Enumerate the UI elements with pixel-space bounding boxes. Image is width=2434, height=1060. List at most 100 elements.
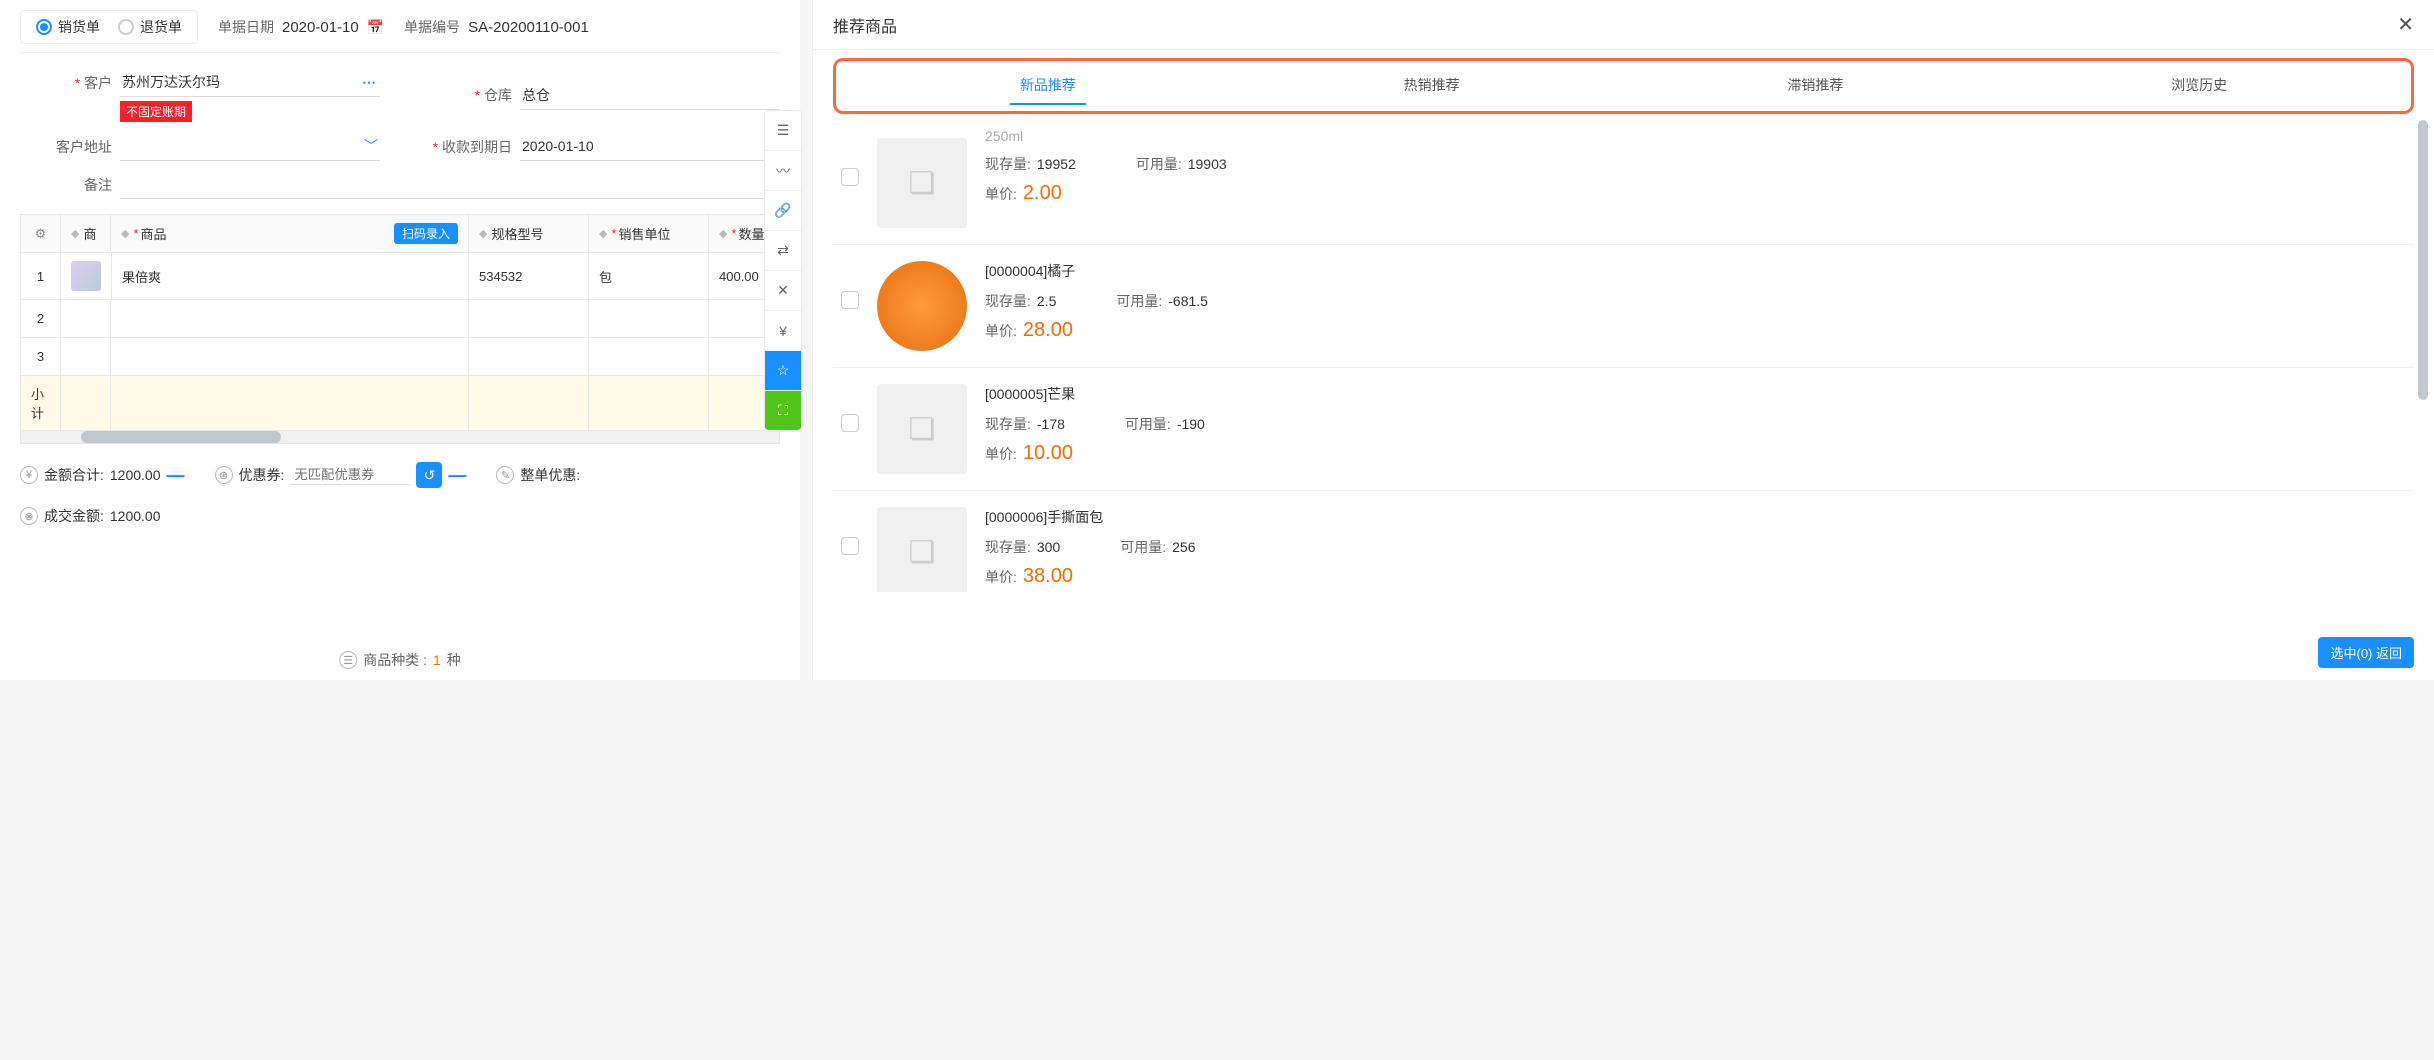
row-index: 1 (21, 253, 61, 299)
row-index: 2 (21, 300, 61, 337)
row-spec[interactable] (469, 338, 589, 375)
avail-stat: 可用量:-190 (1125, 414, 1205, 434)
chart-icon[interactable]: 〰 (765, 151, 801, 191)
th-product[interactable]: ◆*商品扫码录入 (111, 215, 469, 252)
horizontal-scrollbar[interactable] (21, 431, 779, 443)
th-unit[interactable]: ◆*销售单位 (589, 215, 709, 252)
amount-value: 1200.00 (110, 467, 161, 483)
row-product[interactable] (111, 338, 469, 375)
address-row: 客户地址 ﹀ (20, 132, 380, 161)
row-thumb (61, 300, 111, 337)
product-stats: 现存量:19952可用量:19903 (985, 154, 2406, 174)
row-product[interactable] (111, 300, 469, 337)
row-thumb (61, 338, 111, 375)
doc-date-value[interactable]: 2020-01-10 (282, 19, 359, 36)
due-input[interactable]: 2020-01-10 (520, 133, 780, 161)
warehouse-row: 仓库 总仓 (420, 68, 780, 122)
avail-stat: 可用量:256 (1120, 537, 1195, 557)
tab-hot[interactable]: 热销推荐 (1394, 67, 1470, 105)
doc-code-meta: 单据编号 SA-20200110-001 (404, 17, 589, 37)
doc-date-label: 单据日期 (218, 17, 274, 37)
th-qty-label: 数量 (739, 224, 765, 243)
currency-icon[interactable]: ¥ (765, 311, 801, 351)
star-icon[interactable]: ☆ (765, 351, 801, 391)
link-icon[interactable]: 🔗 (765, 191, 801, 231)
product-card[interactable]: [0000004]橘子现存量:2.5可用量:-681.5单价:28.00 (833, 245, 2414, 368)
product-info: [0000004]橘子现存量:2.5可用量:-681.5单价:28.00 (985, 261, 2406, 342)
table-row[interactable]: 3 (21, 338, 779, 376)
product-checkbox[interactable] (841, 168, 859, 186)
product-image: ❏ (877, 507, 967, 592)
th-spec[interactable]: ◆规格型号 (469, 215, 589, 252)
tab-history[interactable]: 浏览历史 (2161, 67, 2237, 105)
coupon-input[interactable] (290, 465, 410, 485)
check-icon[interactable]: ✕ (765, 271, 801, 311)
th-thumb[interactable]: ◆商 (61, 215, 111, 252)
product-checkbox[interactable] (841, 291, 859, 309)
remark-input[interactable] (120, 171, 780, 199)
product-card[interactable]: ❏[0000006]手撕面包现存量:300可用量:256单价:38.00 (833, 491, 2414, 592)
list-icon[interactable]: ☰ (765, 111, 801, 151)
table-row[interactable]: 1果倍爽534532包400.00 (21, 253, 779, 300)
kinds-value: 1 (433, 652, 441, 668)
scrollbar-thumb[interactable] (81, 431, 281, 443)
tab-new[interactable]: 新品推荐 (1010, 67, 1086, 105)
exchange-icon[interactable]: ⇄ (765, 231, 801, 271)
totals-row: ¥ 金额合计: 1200.00 — ⊛ 优惠券: ↺ — ✎ 整单优惠: ⊗ 成… (20, 462, 780, 526)
address-input[interactable]: ﹀ (120, 132, 380, 161)
product-checkbox[interactable] (841, 414, 859, 432)
product-list[interactable]: ❏250ml现存量:19952可用量:19903单价:2.00[0000004]… (813, 122, 2434, 592)
row-product[interactable]: 果倍爽 (112, 253, 469, 299)
chevron-down-icon[interactable]: ﹀ (364, 136, 378, 156)
scan-button[interactable]: 扫码录入 (394, 223, 458, 244)
warehouse-input[interactable]: 总仓 (520, 81, 780, 110)
row-unit[interactable]: 包 (589, 253, 709, 299)
radio-return[interactable]: 退货单 (118, 17, 182, 37)
amount-label: 金额合计: (44, 465, 104, 485)
row-unit[interactable] (589, 300, 709, 337)
price-row: 单价:2.00 (985, 182, 2406, 205)
product-checkbox[interactable] (841, 537, 859, 555)
row-spec[interactable]: 534532 (469, 253, 589, 299)
radio-sale-label: 销货单 (58, 17, 100, 37)
radio-dot-icon (118, 19, 134, 35)
product-card[interactable]: ❏250ml现存量:19952可用量:19903单价:2.00 (833, 122, 2414, 245)
customer-label: 客户 (20, 73, 120, 93)
product-price: 38.00 (1023, 565, 1073, 587)
product-info: [0000005]芒果现存量:-178可用量:-190单价:10.00 (985, 384, 2406, 465)
whole-discount: ✎ 整单优惠: (496, 465, 580, 485)
coupon-icon: ⊛ (215, 466, 233, 484)
kinds-label: 商品种类 : (363, 650, 427, 670)
subtotal-row: 小计 (21, 376, 779, 431)
vertical-scrollbar[interactable] (2418, 120, 2428, 400)
coupon-total: ⊛ 优惠券: ↺ — (215, 462, 467, 488)
calendar-icon[interactable]: 📅 (367, 19, 384, 36)
product-name: [0000005]芒果 (985, 384, 2406, 404)
table-row[interactable]: 2 (21, 300, 779, 338)
due-value: 2020-01-10 (522, 138, 594, 154)
expand-icon[interactable]: ⛶ (765, 391, 801, 431)
radio-sale[interactable]: 销货单 (36, 17, 100, 37)
stock-stat: 现存量:300 (985, 537, 1060, 557)
amount-total: ¥ 金额合计: 1200.00 — (20, 465, 185, 486)
sales-order-panel: 销货单 退货单 单据日期 2020-01-10 📅 单据编号 SA-202001… (0, 0, 800, 680)
th-gear[interactable]: ⚙ (21, 215, 61, 252)
yen-icon: ¥ (20, 466, 38, 484)
due-row: 收款到期日 2020-01-10 (420, 132, 780, 161)
tab-slow[interactable]: 滞销推荐 (1777, 67, 1853, 105)
side-iconbar: ☰ 〰 🔗 ⇄ ✕ ¥ ☆ ⛶ (764, 110, 802, 432)
select-return-button[interactable]: 选中(0) 返回 (2318, 637, 2414, 668)
th-spec-label: 规格型号 (491, 224, 543, 243)
refresh-button[interactable]: ↺ (416, 462, 442, 488)
avail-stat: 可用量:-681.5 (1116, 291, 1208, 311)
more-icon[interactable]: ⋯ (362, 74, 378, 91)
product-price: 2.00 (1023, 182, 1062, 204)
row-thumb (61, 253, 112, 299)
customer-input[interactable]: 苏州万达沃尔玛 ⋯ (120, 68, 380, 97)
row-unit[interactable] (589, 338, 709, 375)
row-spec[interactable] (469, 300, 589, 337)
close-icon[interactable]: ✕ (2397, 12, 2414, 37)
remark-row: 备注 (20, 171, 780, 199)
product-card[interactable]: ❏[0000005]芒果现存量:-178可用量:-190单价:10.00 (833, 368, 2414, 491)
doc-date-meta: 单据日期 2020-01-10 📅 (218, 17, 384, 37)
